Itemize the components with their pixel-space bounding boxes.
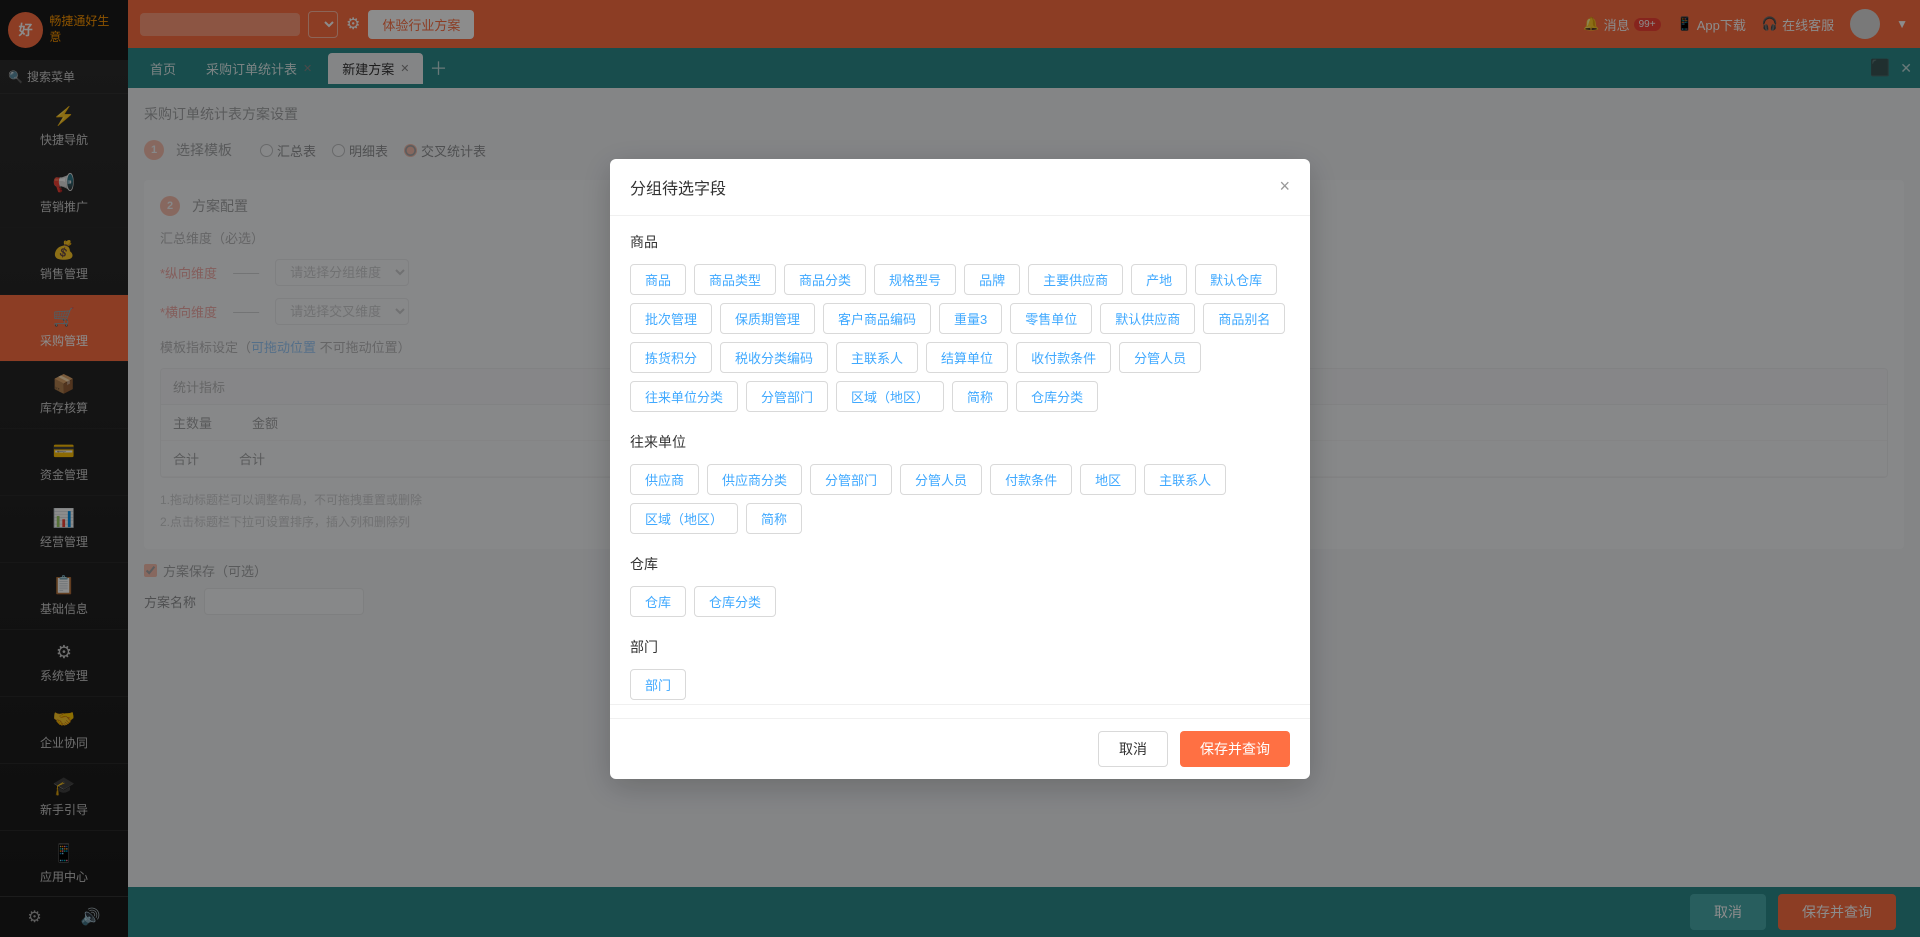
- field-tags-商品: 商品商品类型商品分类规格型号品牌主要供应商产地默认仓库批次管理保质期管理客户商品…: [630, 264, 1290, 412]
- field-tag[interactable]: 主联系人: [836, 342, 918, 373]
- field-tag[interactable]: 区域（地区）: [836, 381, 944, 412]
- field-tag[interactable]: 分管人员: [1119, 342, 1201, 373]
- field-tag[interactable]: 商品分类: [784, 264, 866, 295]
- field-tag[interactable]: 分管部门: [810, 464, 892, 495]
- field-select-modal: 分组待选字段 × 商品商品商品类型商品分类规格型号品牌主要供应商产地默认仓库批次…: [610, 159, 1310, 779]
- field-section-部门: 部门部门: [630, 637, 1290, 700]
- field-section-仓库: 仓库仓库仓库分类: [630, 554, 1290, 617]
- field-tags-往来单位: 供应商供应商分类分管部门分管人员付款条件地区主联系人区域（地区） 简称: [630, 464, 1290, 534]
- field-tag[interactable]: 主联系人: [1144, 464, 1226, 495]
- field-tag[interactable]: 供应商: [630, 464, 699, 495]
- modal-close-btn[interactable]: ×: [1279, 176, 1290, 197]
- field-tag[interactable]: 产地: [1131, 264, 1187, 295]
- section-title-商品: 商品: [630, 232, 1290, 252]
- field-section-往来单位: 往来单位供应商供应商分类分管部门分管人员付款条件地区主联系人区域（地区） 简称: [630, 432, 1290, 534]
- modal-footer: 取消 保存并查询: [610, 718, 1310, 779]
- field-tag[interactable]: 主要供应商: [1028, 264, 1123, 295]
- field-tag[interactable]: 结算单位: [926, 342, 1008, 373]
- field-tag[interactable]: 地区: [1080, 464, 1136, 495]
- field-tags-部门: 部门: [630, 669, 1290, 700]
- field-tags-仓库: 仓库仓库分类: [630, 586, 1290, 617]
- field-tag[interactable]: 保质期管理: [720, 303, 815, 334]
- modal-title: 分组待选字段: [630, 175, 726, 199]
- field-tag[interactable]: 分管人员: [900, 464, 982, 495]
- field-tag[interactable]: 客户商品编码: [823, 303, 931, 334]
- field-tag[interactable]: 付款条件: [990, 464, 1072, 495]
- field-tag[interactable]: 供应商分类: [707, 464, 802, 495]
- field-tag[interactable]: 规格型号: [874, 264, 956, 295]
- field-tag[interactable]: 往来单位分类: [630, 381, 738, 412]
- field-tag[interactable]: 收付款条件: [1016, 342, 1111, 373]
- field-tag[interactable]: 默认供应商: [1100, 303, 1195, 334]
- field-tag[interactable]: 批次管理: [630, 303, 712, 334]
- field-tag[interactable]: 分管部门: [746, 381, 828, 412]
- section-title-部门: 部门: [630, 637, 1290, 657]
- modal-body: 商品商品商品类型商品分类规格型号品牌主要供应商产地默认仓库批次管理保质期管理客户…: [610, 216, 1310, 704]
- field-tag[interactable]: 仓库分类: [1016, 381, 1098, 412]
- section-title-往来单位: 往来单位: [630, 432, 1290, 452]
- modal-hscroll[interactable]: [610, 704, 1310, 718]
- field-tag[interactable]: 部门: [630, 669, 686, 700]
- field-tag[interactable]: 重量3: [939, 303, 1002, 334]
- field-tag[interactable]: 税收分类编码: [720, 342, 828, 373]
- field-tag[interactable]: 商品: [630, 264, 686, 295]
- field-tag[interactable]: 零售单位: [1010, 303, 1092, 334]
- field-tag[interactable]: 仓库分类: [694, 586, 776, 617]
- section-title-仓库: 仓库: [630, 554, 1290, 574]
- field-tag[interactable]: 品牌: [964, 264, 1020, 295]
- field-tag[interactable]: 简称: [746, 503, 802, 534]
- field-section-商品: 商品商品商品类型商品分类规格型号品牌主要供应商产地默认仓库批次管理保质期管理客户…: [630, 232, 1290, 412]
- field-tag[interactable]: 默认仓库: [1195, 264, 1277, 295]
- field-tag[interactable]: 商品类型: [694, 264, 776, 295]
- field-tag[interactable]: 区域（地区）: [630, 503, 738, 534]
- modal-header: 分组待选字段 ×: [610, 159, 1310, 216]
- field-tag[interactable]: 简称: [952, 381, 1008, 412]
- modal-cancel-btn[interactable]: 取消: [1098, 731, 1168, 767]
- modal-save-btn[interactable]: 保存并查询: [1180, 731, 1290, 767]
- field-tag[interactable]: 拣货积分: [630, 342, 712, 373]
- field-tag[interactable]: 仓库: [630, 586, 686, 617]
- field-tag[interactable]: 商品别名: [1203, 303, 1285, 334]
